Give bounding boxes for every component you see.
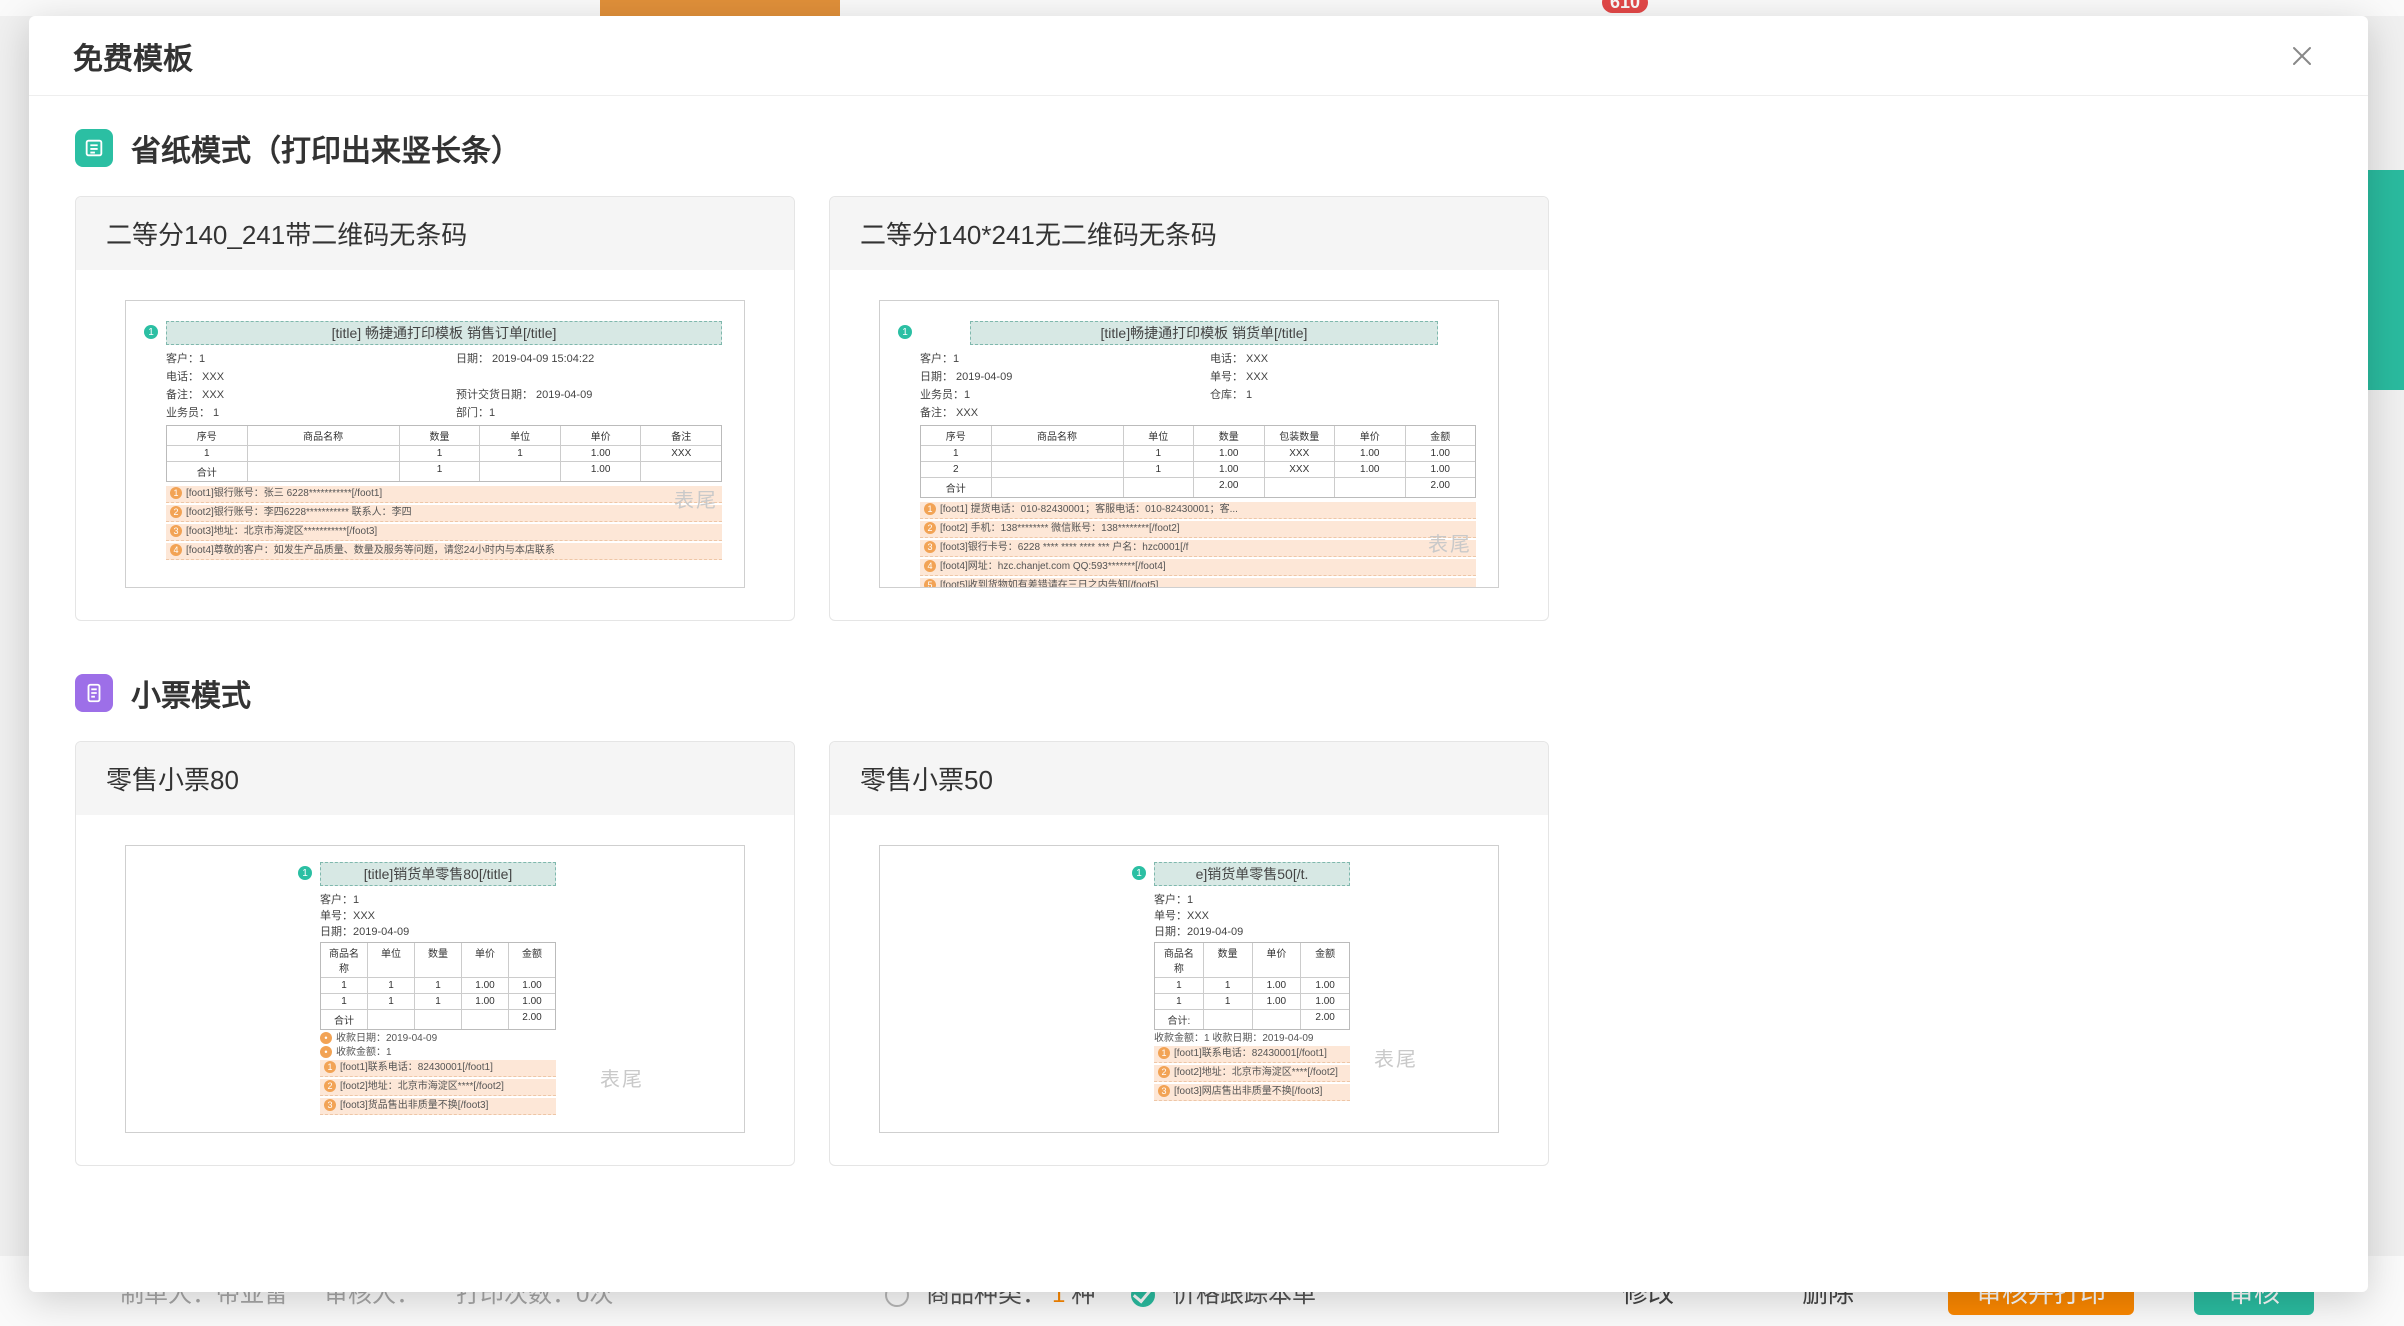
preview-table: 序号商品名称单位数量包装数量单价金额 111.00XXX1.001.00 211… — [920, 425, 1476, 498]
preview-info: 客户：1 单号：XXX 日期：2019-04-09 — [1154, 892, 1350, 940]
section-title: 小票模式 — [131, 671, 251, 715]
preview-frame: 1 e]销货单零售50[/t. 客户：1 单号：XXX 日期：2019-04-0… — [879, 845, 1499, 1133]
close-button[interactable] — [2284, 38, 2320, 74]
preview-frame: 1 [title]畅捷通打印模板 销货单[/title] 客户：1电话： XXX… — [879, 300, 1499, 588]
modal-header: 免费模板 — [29, 16, 2368, 96]
bullet-icon: 1 — [144, 325, 158, 339]
section-title: 省纸模式（打印出来竖长条） — [131, 126, 521, 170]
template-card-140-241-qr[interactable]: 二等分140_241带二维码无条码 1 [title] 畅捷通打印模板 销售订单… — [75, 196, 795, 621]
preview-title: e]销货单零售50[/t. — [1154, 862, 1350, 886]
preview-watermark: 表尾 — [674, 484, 718, 513]
preview-foot: 1[foot1]银行账号：张三 6228***********[/foot1] … — [166, 486, 722, 560]
bullet-icon: 1 — [898, 325, 912, 339]
card-row: 二等分140_241带二维码无条码 1 [title] 畅捷通打印模板 销售订单… — [75, 196, 2322, 621]
modal-body[interactable]: 省纸模式（打印出来竖长条） 二等分140_241带二维码无条码 1 [title… — [29, 96, 2368, 1292]
preview-foot: •收款日期：2019-04-09 •收款金额：1 1[foot1]联系电话：82… — [320, 1032, 556, 1115]
section-header: 省纸模式（打印出来竖长条） — [75, 126, 2322, 170]
close-icon — [2290, 44, 2314, 68]
template-card-retail-50[interactable]: 零售小票50 1 e]销货单零售50[/t. 客户：1 单号：XXX 日期：20… — [829, 741, 1549, 1166]
card-row: 零售小票80 1 [title]销货单零售80[/title] 客户：1 单号：… — [75, 741, 2322, 1166]
bullet-icon: 1 — [298, 866, 312, 880]
preview-table: 商品名称数量单价金额 111.001.00 111.001.00 合计:2.00 — [1154, 942, 1350, 1030]
preview-foot: 收款金额：1 收款日期：2019-04-09 1[foot1]联系电话：8243… — [1154, 1032, 1350, 1101]
preview-title: [title]畅捷通打印模板 销货单[/title] — [970, 321, 1438, 345]
template-card-retail-80[interactable]: 零售小票80 1 [title]销货单零售80[/title] 客户：1 单号：… — [75, 741, 795, 1166]
card-title: 二等分140_241带二维码无条码 — [76, 197, 794, 270]
template-card-140-241-noqr[interactable]: 二等分140*241无二维码无条码 1 [title]畅捷通打印模板 销货单[/… — [829, 196, 1549, 621]
modal-title: 免费模板 — [73, 34, 193, 78]
preview-table: 序号商品名称数量单位单价备注 1111.00XXX 合计11.00 — [166, 425, 722, 482]
card-title: 零售小票80 — [76, 742, 794, 815]
card-title: 二等分140*241无二维码无条码 — [830, 197, 1548, 270]
preview-watermark: 表尾 — [1428, 528, 1472, 557]
preview-frame: 1 [title] 畅捷通打印模板 销售订单[/title] 客户：1日期： 2… — [125, 300, 745, 588]
preview-info: 客户：1 单号：XXX 日期：2019-04-09 — [320, 892, 556, 940]
preview-info: 客户：1电话： XXX 日期： 2019-04-09单号： XXX 业务员：1仓… — [920, 351, 1476, 421]
section-receipt: 小票模式 零售小票80 1 [title]销货单零售80[/title] 客户：… — [75, 671, 2322, 1166]
card-preview: 1 e]销货单零售50[/t. 客户：1 单号：XXX 日期：2019-04-0… — [830, 815, 1548, 1165]
preview-info: 客户：1日期： 2019-04-09 15:04:22 电话： XXX 备注： … — [166, 351, 722, 421]
receipt-icon — [75, 674, 113, 712]
preview-title: [title] 畅捷通打印模板 销售订单[/title] — [166, 321, 722, 345]
card-preview: 1 [title]销货单零售80[/title] 客户：1 单号：XXX 日期：… — [76, 815, 794, 1165]
template-modal: 免费模板 省纸模式（打印出来竖长条） 二等分140_241带二维码无条码 1 — [29, 16, 2368, 1292]
section-paper-saving: 省纸模式（打印出来竖长条） 二等分140_241带二维码无条码 1 [title… — [75, 126, 2322, 621]
card-title: 零售小票50 — [830, 742, 1548, 815]
card-preview: 1 [title] 畅捷通打印模板 销售订单[/title] 客户：1日期： 2… — [76, 270, 794, 620]
preview-watermark: 表尾 — [1374, 1043, 1418, 1072]
preview-watermark: 表尾 — [600, 1063, 644, 1092]
preview-foot: 1[foot1] 提货电话：010-82430001；客服电话：010-8243… — [920, 502, 1476, 588]
card-preview: 1 [title]畅捷通打印模板 销货单[/title] 客户：1电话： XXX… — [830, 270, 1548, 620]
preview-table: 商品名称单位数量单价金额 1111.001.00 1111.001.00 合计2… — [320, 942, 556, 1030]
preview-title: [title]销货单零售80[/title] — [320, 862, 556, 886]
preview-frame: 1 [title]销货单零售80[/title] 客户：1 单号：XXX 日期：… — [125, 845, 745, 1133]
section-header: 小票模式 — [75, 671, 2322, 715]
list-icon — [75, 129, 113, 167]
bullet-icon: 1 — [1132, 866, 1146, 880]
